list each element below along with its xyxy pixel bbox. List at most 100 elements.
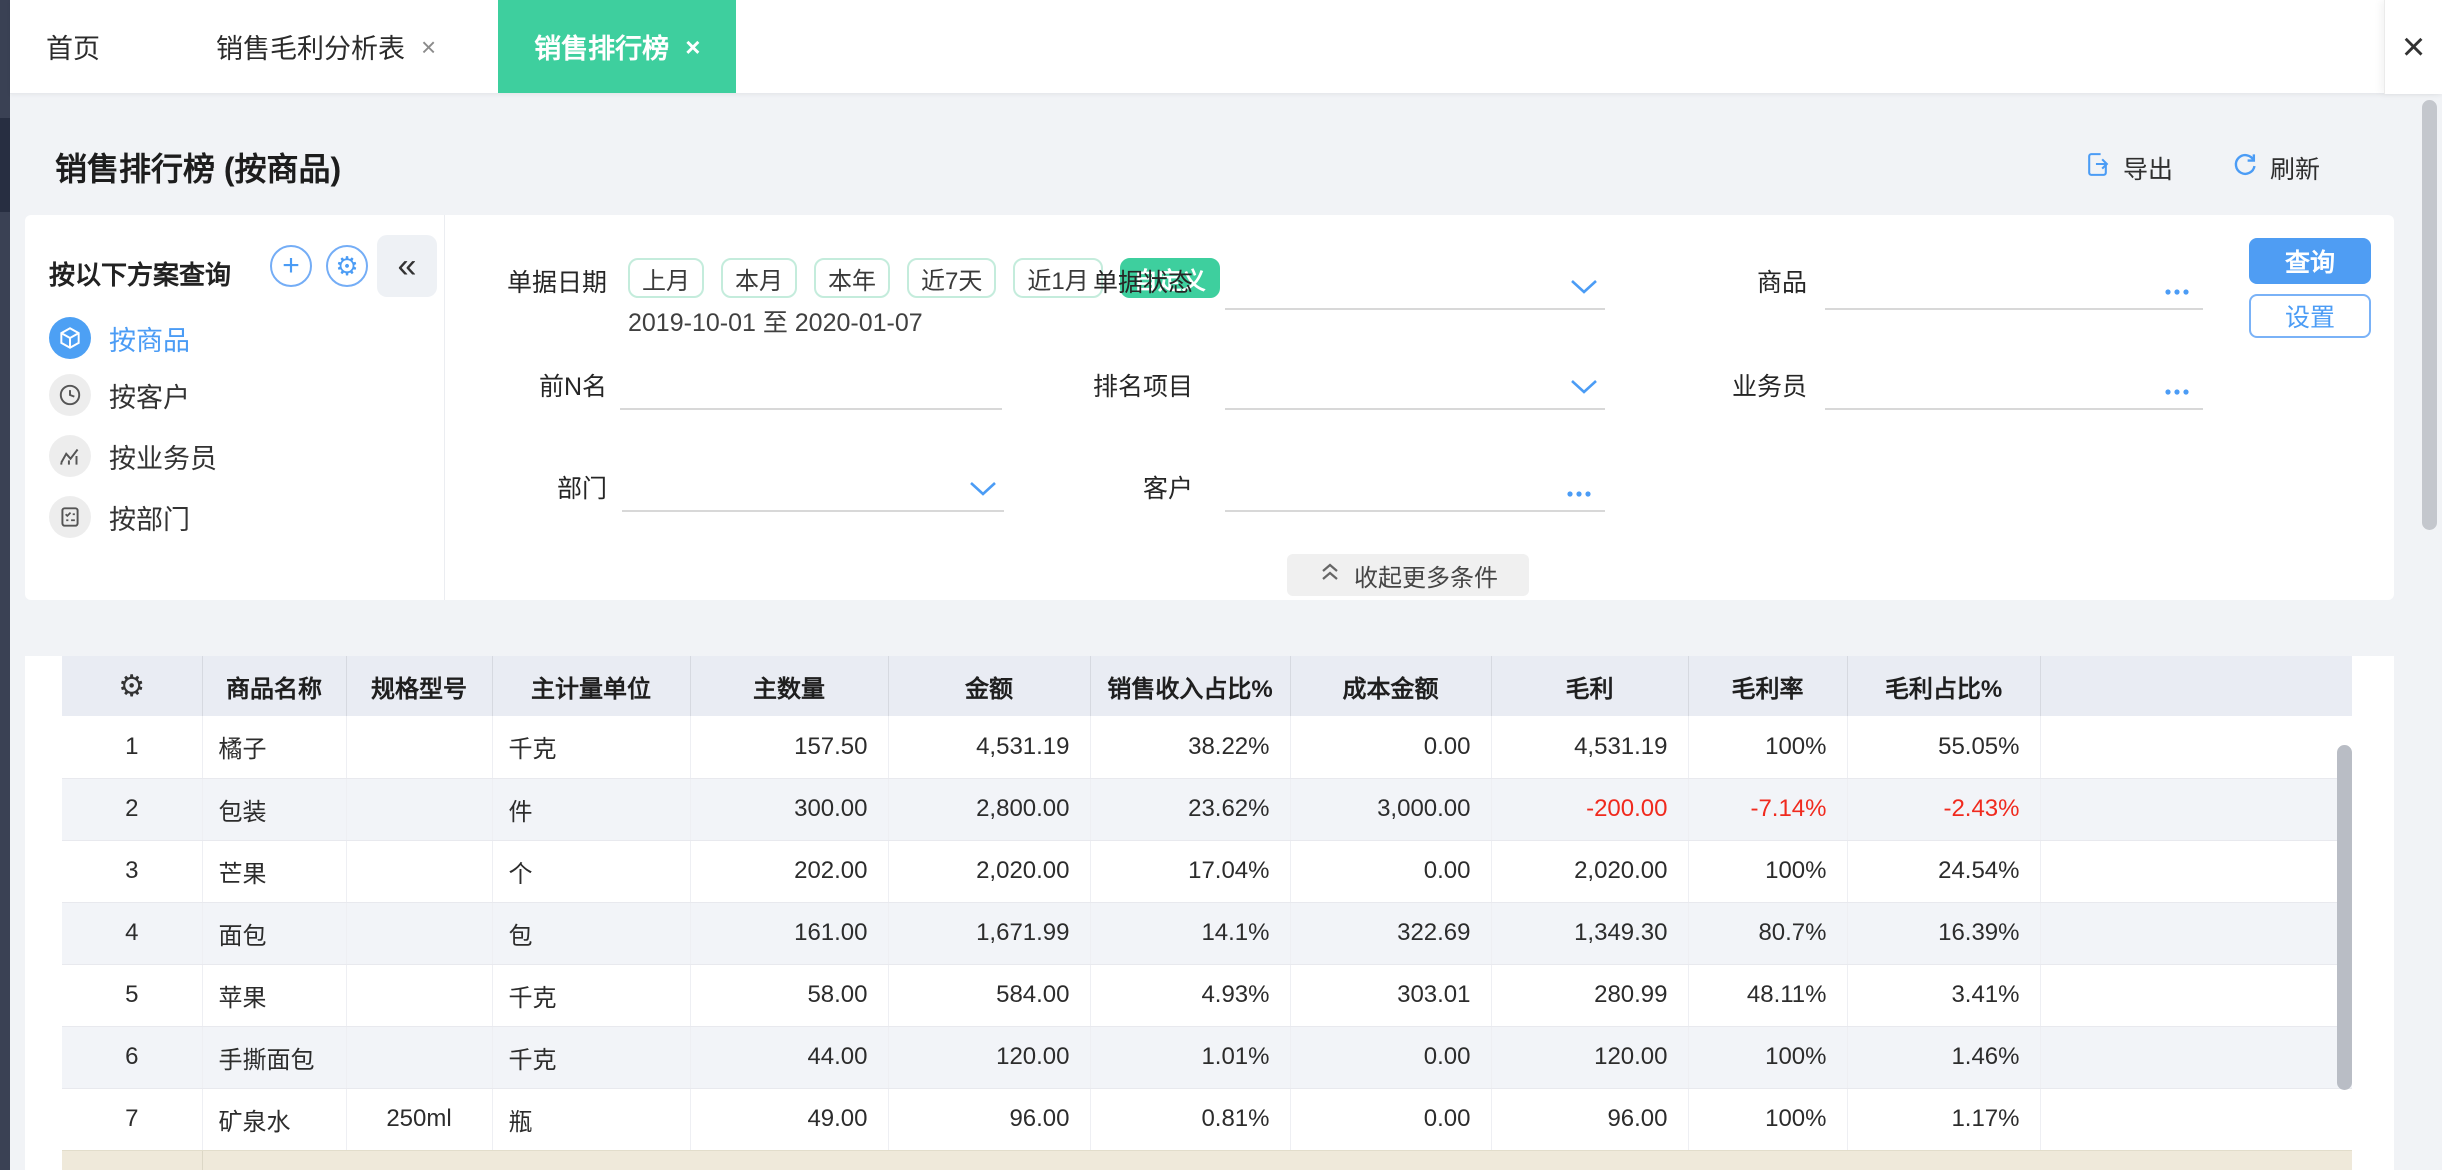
table-scrollbar-thumb[interactable] <box>2337 745 2352 1090</box>
date-preset-0[interactable]: 上月 <box>628 258 704 298</box>
ranking-table: ⚙ 商品名称 规格型号 主计量单位 主数量 金额 销售收入占比% 成本金额 毛利 毛利率 毛利占比%… <box>62 656 2352 1151</box>
tab-close-icon[interactable]: × <box>421 34 436 60</box>
left-edge-strip <box>0 0 10 1170</box>
window-close-button[interactable]: × <box>2384 0 2442 94</box>
date-range-value[interactable]: 2019-10-01 至 2020-01-07 <box>628 303 923 339</box>
tab-sales-gross-profit-analysis[interactable]: 销售毛利分析表 × <box>180 0 472 93</box>
column-header: 主计量单位 <box>492 656 691 716</box>
table-cell: 面包 <box>202 902 347 965</box>
table-cell: 300.00 <box>690 778 889 841</box>
table-cell: -2.43% <box>1847 778 2041 841</box>
refresh-icon <box>2231 151 2258 185</box>
table-cell <box>2040 1088 2352 1151</box>
tab-sales-ranking-active[interactable]: 销售排行榜 × <box>498 0 737 93</box>
table-cell: 161.00 <box>690 902 889 965</box>
tab-bar: 首页 销售毛利分析表 × 销售排行榜 × <box>10 0 2442 94</box>
table-row[interactable]: 1 橘子 千克 157.50 4,531.19 38.22% 0.00 4,531.19 100… <box>62 716 2352 779</box>
table-cell: 6 <box>62 1026 203 1089</box>
table-cell: 0.81% <box>1090 1088 1291 1151</box>
table-cell: 4.93% <box>1090 964 1291 1027</box>
column-header: 规格型号 <box>346 656 493 716</box>
table-cell: 包 <box>492 902 691 965</box>
rank-item-select[interactable] <box>1225 368 1605 410</box>
table-row[interactable]: 4 面包 包 161.00 1,671.99 14.1% 322.69 1,349.30 80.… <box>62 902 2352 965</box>
table-cell: 202.00 <box>690 840 889 903</box>
table-cell: -200.00 <box>1491 778 1689 841</box>
add-scheme-button[interactable]: + <box>270 245 312 287</box>
chevron-down-icon <box>1569 278 1599 300</box>
page-title: 销售排行榜 (按商品) <box>55 151 342 187</box>
table-cell: 157.50 <box>690 716 889 779</box>
left-edge-strip-segment <box>0 118 10 212</box>
table-cell: 44.00 <box>690 1026 889 1089</box>
date-preset-2[interactable]: 本年 <box>814 258 890 298</box>
department-label: 部门 <box>556 475 607 503</box>
table-row[interactable]: 5 苹果 千克 58.00 584.00 4.93% 303.01 280.99 48.11% 3… <box>62 964 2352 1027</box>
table-cell: 手撕面包 <box>202 1026 347 1089</box>
query-button[interactable]: 查询 <box>2249 238 2371 284</box>
scheme-settings-button[interactable]: ⚙ <box>326 245 368 287</box>
totals-row-partial <box>62 1150 2352 1170</box>
scheme-item-label: 按商品 <box>109 325 190 356</box>
table-cell <box>2040 902 2352 965</box>
table-row[interactable]: 6 手撕面包 千克 44.00 120.00 1.01% 0.00 120.00 100% 1.4… <box>62 1026 2352 1089</box>
chevron-down-icon <box>1569 378 1599 400</box>
table-cell: 55.05% <box>1847 716 2041 779</box>
scheme-item-by-department[interactable]: 按部门 <box>49 496 190 538</box>
table-row[interactable]: 2 包装件 300.00 2,800.00 23.62% 3,000.00 -200.00-… <box>62 778 2352 841</box>
tab-home[interactable]: 首页 <box>10 0 136 93</box>
table-cell: 303.01 <box>1290 964 1492 1027</box>
date-preset-1[interactable]: 本月 <box>721 258 797 298</box>
column-settings-gear-icon[interactable]: ⚙ <box>62 656 203 716</box>
department-select[interactable] <box>622 470 1004 512</box>
export-icon <box>2084 151 2111 185</box>
tab-close-icon[interactable]: × <box>685 34 700 60</box>
top-n-input[interactable] <box>620 368 1002 410</box>
table-cell: 58.00 <box>690 964 889 1027</box>
doc-status-label: 单据状态 <box>1092 269 1193 297</box>
table-cell: 0.00 <box>1290 1026 1492 1089</box>
table-cell: 件 <box>492 778 691 841</box>
refresh-button[interactable]: 刷新 <box>2231 150 2320 186</box>
table-cell: 0.00 <box>1290 840 1492 903</box>
column-header: 销售收入占比% <box>1090 656 1291 716</box>
scheme-item-by-customer[interactable]: 按客户 <box>49 374 190 416</box>
product-input[interactable] <box>1825 268 2203 310</box>
table-cell <box>346 964 493 1027</box>
salesman-input[interactable] <box>1825 368 2203 410</box>
tab-home-label: 首页 <box>46 34 100 64</box>
table-cell: 2,800.00 <box>888 778 1091 841</box>
table-cell: 矿泉水 <box>202 1088 347 1151</box>
table-cell: 苹果 <box>202 964 347 1027</box>
table-cell: 322.69 <box>1290 902 1492 965</box>
table-row[interactable]: 3 芒果个 202.00 2,020.00 17.04% 0.00 2,020.00 100%… <box>62 840 2352 903</box>
table-cell: 包装 <box>202 778 347 841</box>
table-cell <box>2040 1026 2352 1089</box>
export-button[interactable]: 导出 <box>2084 150 2173 186</box>
table-cell: 1.01% <box>1090 1026 1291 1089</box>
date-preset-3[interactable]: 近7天 <box>907 258 997 298</box>
table-cell: 4,531.19 <box>888 716 1091 779</box>
table-cell: 2,020.00 <box>888 840 1091 903</box>
table-cell: 0.00 <box>1290 1088 1492 1151</box>
table-cell: 千克 <box>492 964 691 1027</box>
scheme-item-by-product[interactable]: 按商品 <box>49 317 190 359</box>
scheme-item-by-salesman[interactable]: 按业务员 <box>49 435 217 477</box>
table-row[interactable]: 7 矿泉水 250ml 瓶 49.00 96.00 0.81% 0.00 96.00 100% 1.… <box>62 1088 2352 1151</box>
settings-button[interactable]: 设置 <box>2249 294 2371 338</box>
export-label: 导出 <box>2122 156 2173 184</box>
column-header: 商品名称 <box>202 656 347 716</box>
table-cell: 38.22% <box>1090 716 1291 779</box>
tab-label: 销售毛利分析表 <box>216 34 405 64</box>
ellipsis-icon <box>1565 486 1597 504</box>
table-cell: 17.04% <box>1090 840 1291 903</box>
column-header-empty <box>2040 656 2352 716</box>
table-cell <box>346 778 493 841</box>
doc-status-select[interactable] <box>1225 268 1605 310</box>
scheme-item-label: 按业务员 <box>109 443 217 474</box>
collapse-more-conditions-button[interactable]: 收起更多条件 <box>1287 554 1529 596</box>
header-actions: 导出 刷新 <box>2084 150 2320 186</box>
table-cell <box>2040 778 2352 841</box>
window-scrollbar-thumb[interactable] <box>2422 100 2437 530</box>
customer-input[interactable] <box>1225 470 1605 512</box>
